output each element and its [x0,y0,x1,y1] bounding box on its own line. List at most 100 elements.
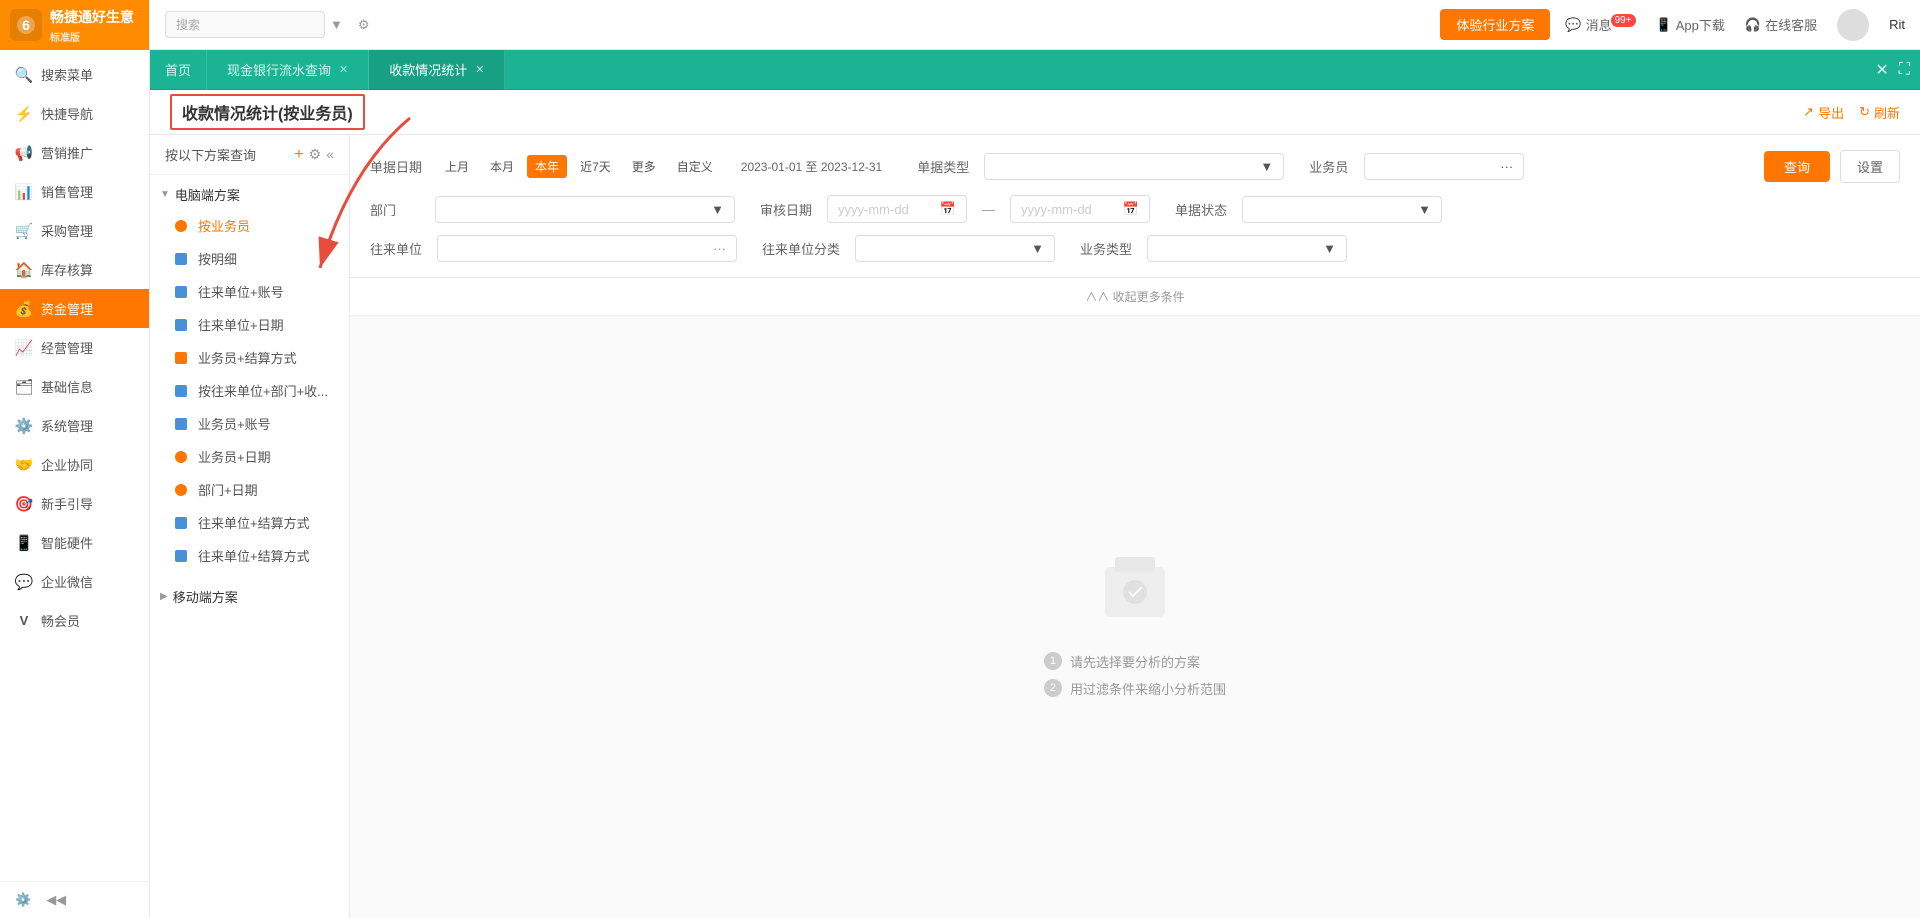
partner-more-icon[interactable]: ··· [713,241,726,256]
operations-icon: 📈 [15,339,33,357]
sidebar-item-finance[interactable]: 💰 资金管理 [0,289,149,328]
inventory-icon: 🏠 [15,261,33,279]
calendar-icon[interactable]: 📅 [940,201,956,217]
tip-num-2: 2 [1044,679,1062,697]
scheme-item-salesman-account[interactable]: 业务员+账号 [150,407,349,440]
date-filter-label: 单据日期 [370,157,422,176]
scheme-item-detail[interactable]: 按明细 [150,242,349,275]
scheme-item-partner-payment1[interactable]: 往来单位+结算方式 [150,506,349,539]
guide-icon: 🎯 [15,495,33,513]
user-avatar[interactable] [1837,9,1869,41]
topbar-actions: 💬 消息 99+ 📱 App下载 🎧 在线客服 Rit [1565,9,1905,41]
review-date-end[interactable]: yyyy-mm-dd 📅 [1010,195,1150,223]
marketing-icon: 📢 [15,144,33,162]
empty-state-illustration [1085,537,1185,637]
scheme-item-dept-date[interactable]: 部门+日期 [150,473,349,506]
sidebar-item-inventory[interactable]: 🏠 库存核算 [0,250,149,289]
date-tab-this-year[interactable]: 本年 [527,155,567,178]
scheme-collapse-icon[interactable]: « [326,146,334,164]
partner-category-select[interactable]: ▼ [855,235,1055,262]
sidebar-item-wechat[interactable]: 💬 企业微信 [0,562,149,601]
scheme-item-partner-account[interactable]: 往来单位+账号 [150,275,349,308]
date-tab-7days[interactable]: 近7天 [572,155,619,178]
scheme-item-salesman-payment[interactable]: 业务员+结算方式 [150,341,349,374]
date-tab-this-month[interactable]: 本月 [482,155,522,178]
sidebar-item-collab[interactable]: 🤝 企业协同 [0,445,149,484]
scheme-item-partner-dept[interactable]: 按往来单位+部门+收... [150,374,349,407]
sidebar-item-sales[interactable]: 📊 销售管理 [0,172,149,211]
sidebar-item-guide[interactable]: 🎯 新手引导 [0,484,149,523]
query-button[interactable]: 查询 [1764,151,1830,182]
biz-type-select[interactable]: ▼ [1147,235,1347,262]
collapse-sidebar-icon[interactable]: ◀◀ [46,892,66,908]
date-range-display: 2023-01-01 至 2023-12-31 [741,158,882,175]
scheme-item-salesman-date[interactable]: 业务员+日期 [150,440,349,473]
tab-receivables-close[interactable]: ✕ [475,63,484,76]
app-download-label: App下载 [1676,15,1725,34]
sidebar-item-hardware[interactable]: 📱 智能硬件 [0,523,149,562]
doc-status-select[interactable]: ▼ [1242,196,1442,223]
collab-icon: 🤝 [15,456,33,474]
tip-num-1: 1 [1044,652,1062,670]
category-dropdown-icon: ▼ [1260,159,1273,174]
topbar-search-area: 搜索 ▼ [165,11,343,38]
scheme-item-partner-date[interactable]: 往来单位+日期 [150,308,349,341]
sidebar-item-purchase[interactable]: 🛒 采购管理 [0,211,149,250]
salesman-more-icon[interactable]: ··· [1500,159,1513,174]
quicknav-icon: ⚡ [15,105,33,123]
online-service-action[interactable]: 🎧 在线客服 [1745,15,1817,34]
topbar-dropdown-icon[interactable]: ▼ [330,17,343,32]
scheme-item-icon [175,352,187,364]
scheme-group-mobile-title[interactable]: ▶ 移动端方案 [150,582,349,611]
date-tab-custom[interactable]: 自定义 [669,155,721,178]
sidebar-nav: 🔍 搜索菜单 ⚡ 快捷导航 📢 营销推广 📊 销售管理 🛒 采购管理 🏠 库存核… [0,50,149,881]
tab-expand-icon[interactable]: ⛶ [1899,61,1910,79]
settings-button[interactable]: 设置 [1840,150,1900,183]
date-tab-more[interactable]: 更多 [624,155,664,178]
export-button[interactable]: ↗ 导出 [1803,103,1844,122]
app-download-action[interactable]: 📱 App下载 [1656,15,1725,34]
tab-close-window-icon[interactable]: ✕ [1875,60,1888,80]
dept-select[interactable]: ▼ [435,196,735,223]
scheme-group-desktop-title[interactable]: ▼ 电脑端方案 [150,180,349,209]
scheme-item-partner-payment2[interactable]: 往来单位+结算方式 [150,539,349,572]
scheme-item-label: 部门+日期 [198,480,258,499]
messages-action[interactable]: 💬 消息 99+ [1565,15,1635,34]
tab-cashflow-close[interactable]: ✕ [339,63,348,76]
tab-home[interactable]: 首页 [150,50,207,90]
sidebar-item-marketing[interactable]: 📢 营销推广 [0,133,149,172]
collapse-bar[interactable]: ∧∧ 收起更多条件 [350,278,1920,316]
scheme-settings-icon[interactable]: ⚙ [309,146,322,164]
group-expand-arrow-mobile: ▶ [160,591,168,602]
settings-bottom-icon[interactable]: ⚙️ [15,892,31,908]
app-edition: 标准版 [50,29,134,44]
sidebar-item-search[interactable]: 🔍 搜索菜单 [0,55,149,94]
messages-label: 消息 [1586,15,1612,34]
scheme-add-icon[interactable]: + [294,146,303,164]
sidebar-item-member[interactable]: V 畅会员 [0,601,149,640]
tab-receivables[interactable]: 收款情况统计 ✕ [369,50,505,90]
sidebar-item-basic-info[interactable]: 🗂 基础信息 [0,367,149,406]
refresh-button[interactable]: ↻ 刷新 [1859,103,1900,122]
sidebar-item-system[interactable]: ⚙️ 系统管理 [0,406,149,445]
try-industry-btn[interactable]: 体验行业方案 [1440,9,1550,40]
salesman-select[interactable]: ··· [1364,153,1524,180]
scheme-item-icon [175,385,187,397]
sidebar-item-operations[interactable]: 📈 经营管理 [0,328,149,367]
topbar-settings-icon[interactable]: ⚙ [358,17,370,33]
scheme-item-label: 往来单位+结算方式 [198,513,310,532]
partner-category-dropdown-icon: ▼ [1031,241,1044,256]
date-tab-last-month[interactable]: 上月 [437,155,477,178]
tab-cashflow[interactable]: 现金银行流水查询 ✕ [207,50,369,90]
group-title-label-mobile: 移动端方案 [173,587,238,606]
sidebar-item-quicknav[interactable]: ⚡ 快捷导航 [0,94,149,133]
scheme-item-label: 业务员+结算方式 [198,348,297,367]
category-select[interactable]: ▼ [984,153,1284,180]
review-date-start[interactable]: yyyy-mm-dd 📅 [827,195,967,223]
empty-tip-1: 1 请先选择要分析的方案 [1044,652,1226,671]
scheme-item-by-salesman[interactable]: 按业务员 [150,209,349,242]
empty-state: 1 请先选择要分析的方案 2 用过滤条件来缩小分析范围 [350,316,1920,918]
calendar-icon-end[interactable]: 📅 [1123,201,1139,217]
partner-select[interactable]: ··· [437,235,737,262]
scheme-item-label: 往来单位+结算方式 [198,546,310,565]
